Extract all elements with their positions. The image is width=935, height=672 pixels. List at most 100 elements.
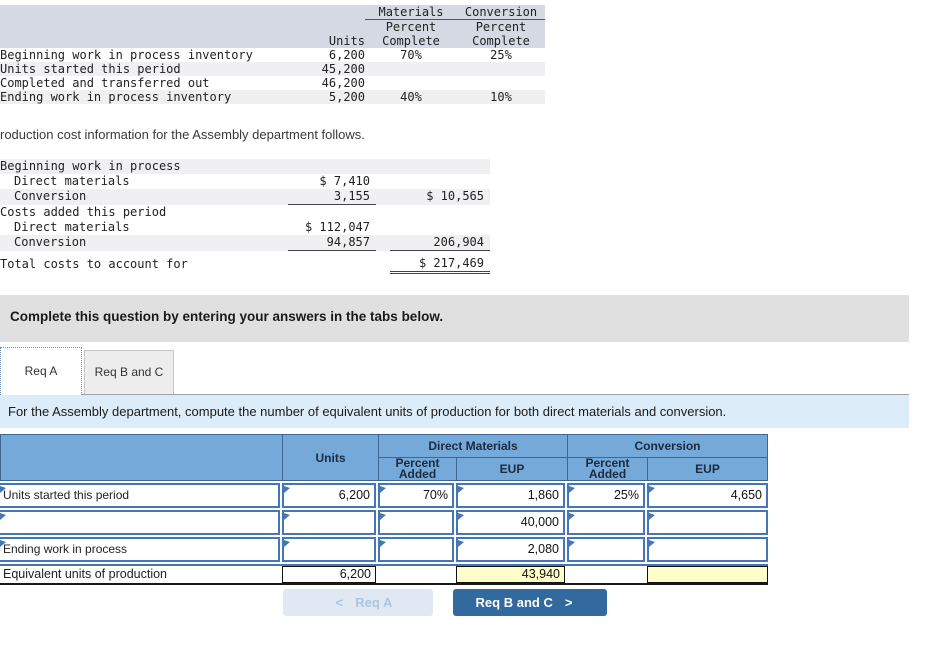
- header-spacer: [0, 34, 250, 48]
- cv-percent-input[interactable]: [567, 537, 645, 562]
- answer-marker-icon: [0, 486, 6, 493]
- amount-col2: 206,904: [390, 235, 490, 251]
- dm-percent-input[interactable]: 70%: [378, 483, 454, 508]
- answer-marker-icon: [649, 513, 655, 520]
- cv-percent-input[interactable]: [567, 510, 645, 535]
- amount-col1: $ 112,047: [288, 220, 376, 235]
- answer-row: Units started this period 6,200 70% 1,86…: [0, 483, 768, 508]
- totals-row-label: Equivalent units of production: [0, 566, 280, 583]
- answer-row: Ending work in process 2,080: [0, 537, 768, 562]
- panel-message: Complete this question by entering your …: [0, 295, 909, 324]
- answer-marker-icon: [284, 513, 290, 520]
- amount-col1: [288, 205, 376, 221]
- conversion-percent-header: Percent: [457, 20, 545, 35]
- units-input[interactable]: [282, 537, 376, 562]
- dm-eup-input[interactable]: 1,860: [456, 483, 565, 508]
- table-row: Direct materials $ 7,410: [0, 174, 490, 189]
- table-row: Beginning work in process: [0, 159, 490, 174]
- answer-marker-icon: [0, 540, 6, 547]
- intro-text: roduction cost information for the Assem…: [0, 127, 365, 142]
- row-label-input[interactable]: Ending work in process: [0, 537, 280, 562]
- dm-eup-header: EUP: [456, 457, 568, 481]
- table-row: Direct materials $ 112,047: [0, 220, 490, 235]
- row-label: Direct materials: [0, 220, 288, 235]
- answer-marker-icon: [569, 540, 575, 547]
- col-gap: [376, 174, 390, 189]
- table-row: Completed and transferred out 46,200: [0, 76, 545, 90]
- dm-percent-input[interactable]: [378, 510, 454, 535]
- amount-col2: $ 10,565: [390, 189, 490, 205]
- units-value: 5,200: [250, 90, 365, 104]
- answer-table-header: Units Direct Materials Conversion Percen…: [0, 434, 768, 481]
- answer-marker-icon: [458, 540, 464, 547]
- table-row: Conversion 3,155 $ 10,565: [0, 189, 490, 205]
- answer-row: 40,000: [0, 510, 768, 535]
- units-value: 45,200: [250, 62, 365, 76]
- row-label: Costs added this period: [0, 205, 288, 221]
- total-units-cell: 6,200: [282, 566, 376, 583]
- instruction-bar: For the Assembly department, compute the…: [0, 395, 909, 428]
- dm-eup-input[interactable]: 40,000: [456, 510, 565, 535]
- col-gap: [376, 159, 390, 174]
- row-label-input[interactable]: Units started this period: [0, 483, 280, 508]
- conversion-pct-value: 25%: [457, 48, 545, 62]
- conversion-pct-value: [457, 76, 545, 90]
- amount-col2: [390, 174, 490, 189]
- materials-pct-value: 70%: [365, 48, 457, 62]
- answer-marker-icon: [284, 540, 290, 547]
- dm-percent-added-header: Percent Added: [378, 457, 457, 481]
- answer-table-body: Units started this period 6,200 70% 1,86…: [0, 483, 768, 585]
- answer-marker-icon: [649, 540, 655, 547]
- answer-marker-icon: [458, 486, 464, 493]
- answer-marker-icon: [0, 513, 6, 520]
- amount-col2: $ 217,469: [390, 256, 490, 273]
- row-label-input[interactable]: [0, 510, 280, 535]
- answer-marker-icon: [380, 540, 386, 547]
- col-gap: [376, 256, 390, 273]
- header-spacer: [0, 5, 365, 20]
- row-label: Total costs to account for: [0, 256, 288, 273]
- dm-eup-input[interactable]: 2,080: [456, 537, 565, 562]
- units-column-header: Units: [250, 34, 365, 48]
- cv-eup-input[interactable]: [647, 537, 768, 562]
- amount-col2: [390, 220, 490, 235]
- tab-req-a[interactable]: Req A: [0, 347, 82, 395]
- col-gap: [376, 235, 390, 251]
- dm-percent-input[interactable]: [378, 537, 454, 562]
- total-cv-eup-cell: [647, 566, 768, 583]
- row-label: Ending work in process inventory: [0, 90, 250, 104]
- amount-col2: [390, 205, 490, 221]
- answer-marker-icon: [458, 513, 464, 520]
- answer-marker-icon: [284, 486, 290, 493]
- col-gap: [376, 189, 390, 205]
- conversion-pct-value: [457, 62, 545, 76]
- chevron-left-icon: <: [336, 589, 344, 616]
- conversion-group-header: Conversion: [457, 5, 545, 20]
- cost-table: Beginning work in process Direct materia…: [0, 159, 490, 274]
- spacer-cell: [567, 566, 645, 583]
- units-summary-table: Materials Conversion Percent Percent Uni…: [0, 5, 545, 104]
- row-label: Beginning work in process inventory: [0, 48, 250, 62]
- materials-group-header: Materials: [365, 5, 457, 20]
- col-gap: [376, 220, 390, 235]
- total-dm-eup-cell: 43,940: [456, 566, 565, 583]
- next-req-b-and-c-button[interactable]: Req B and C>: [453, 589, 607, 616]
- units-value: 6,200: [250, 48, 365, 62]
- tab-req-b-and-c[interactable]: Req B and C: [84, 350, 174, 394]
- units-input[interactable]: 6,200: [282, 483, 376, 508]
- answer-marker-icon: [649, 486, 655, 493]
- row-label: Conversion: [0, 235, 288, 251]
- spacer-cell: [378, 566, 454, 583]
- cv-eup-input[interactable]: 4,650: [647, 483, 768, 508]
- equivalent-units-table: Units Direct Materials Conversion Percen…: [0, 434, 768, 585]
- units-input[interactable]: [282, 510, 376, 535]
- cv-percent-added-header: Percent Added: [567, 457, 648, 481]
- amount-col1: 94,857: [288, 235, 376, 251]
- answer-marker-icon: [380, 486, 386, 493]
- cv-eup-input[interactable]: [647, 510, 768, 535]
- cv-percent-input[interactable]: 25%: [567, 483, 645, 508]
- materials-pct-value: 40%: [365, 90, 457, 104]
- prev-req-a-button[interactable]: <Req A: [283, 589, 433, 616]
- table-row: Total costs to account for $ 217,469: [0, 256, 490, 273]
- direct-materials-group-header: Direct Materials: [378, 434, 568, 458]
